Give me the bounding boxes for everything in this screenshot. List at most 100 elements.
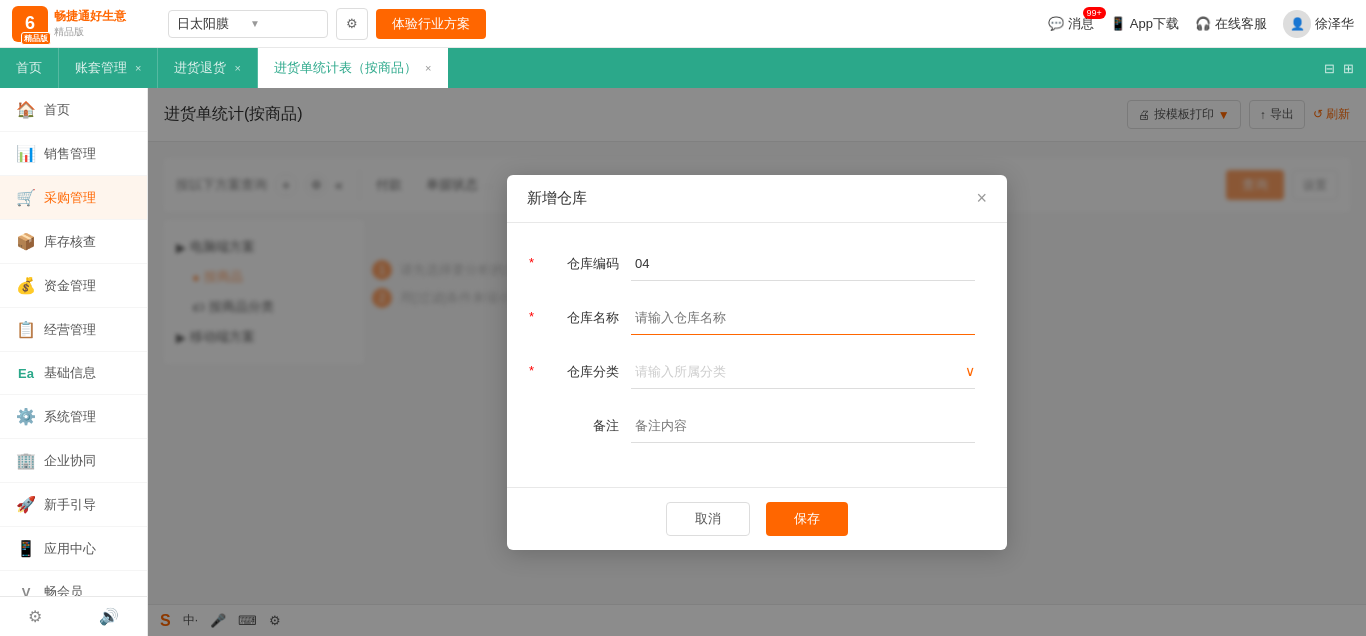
modal-body: 仓库编码 仓库名称 仓库分类 请输入所属分类 [507, 223, 1007, 487]
user-menu[interactable]: 👤 徐泽华 [1283, 10, 1354, 38]
sidebar-purchase-label: 采购管理 [44, 189, 96, 207]
top-bar: 6 精品版 畅捷通好生意 精品版 日太阳膜 ▼ ⚙ 体验行业方案 💬 消息 99… [0, 0, 1366, 48]
store-dropdown-arrow: ▼ [250, 18, 319, 29]
headset-icon: 🎧 [1195, 16, 1211, 31]
tab-purchase-stats-label: 进货单统计表（按商品） [274, 59, 417, 77]
brand-line1: 畅捷通好生意 [54, 8, 126, 25]
inventory-icon: 📦 [16, 232, 36, 251]
sidebar-item-operations[interactable]: 📋 经营管理 [0, 308, 147, 352]
sidebar-speaker-icon[interactable]: 🔊 [99, 607, 119, 626]
tab-account-close[interactable]: × [135, 62, 141, 74]
warehouse-name-input[interactable] [631, 301, 975, 335]
purchase-icon: 🛒 [16, 188, 36, 207]
messages-button[interactable]: 💬 消息 99+ [1048, 15, 1094, 33]
online-service-label: 在线客服 [1215, 15, 1267, 33]
sidebar-sales-label: 销售管理 [44, 145, 96, 163]
tab-purchase-return-close[interactable]: × [234, 62, 240, 74]
modal-header: 新增仓库 × [507, 175, 1007, 223]
warehouse-code-label: 仓库编码 [539, 255, 619, 273]
sidebar-item-finance[interactable]: 💰 资金管理 [0, 264, 147, 308]
tab-purchase-stats-close[interactable]: × [425, 62, 431, 74]
tab-purchase-return-label: 进货退货 [174, 59, 226, 77]
warehouse-category-label: 仓库分类 [539, 363, 619, 381]
tab-purchase-stats[interactable]: 进货单统计表（按商品） × [258, 48, 448, 88]
message-icon: 💬 [1048, 16, 1064, 31]
trial-button[interactable]: 体验行业方案 [376, 9, 486, 39]
online-service-button[interactable]: 🎧 在线客服 [1195, 15, 1267, 33]
content-area: 进货单统计(按商品) 🖨 按模板打印 ▼ ↑ 导出 ↺ 刷新 [148, 88, 1366, 636]
category-dropdown-arrow: ∨ [965, 363, 975, 379]
finance-icon: 💰 [16, 276, 36, 295]
sidebar-enterprise-label: 企业协同 [44, 452, 96, 470]
sidebar-item-basic-info[interactable]: Ea 基础信息 [0, 352, 147, 395]
tab-home[interactable]: 首页 [0, 48, 59, 88]
sidebar-item-sales[interactable]: 📊 销售管理 [0, 132, 147, 176]
app-download-button[interactable]: 📱 App下载 [1110, 15, 1179, 33]
cancel-button[interactable]: 取消 [666, 502, 750, 536]
sidebar-inventory-label: 库存核查 [44, 233, 96, 251]
brand-text: 畅捷通好生意 精品版 [54, 8, 126, 39]
sidebar-item-inventory[interactable]: 📦 库存核查 [0, 220, 147, 264]
tab-account-label: 账套管理 [75, 59, 127, 77]
logo-icon: 6 精品版 [12, 6, 48, 42]
phone-icon: 📱 [1110, 16, 1126, 31]
sidebar-item-home[interactable]: 🏠 首页 [0, 88, 147, 132]
sidebar-system-label: 系统管理 [44, 408, 96, 426]
store-name: 日太阳膜 [177, 15, 246, 33]
sales-icon: 📊 [16, 144, 36, 163]
enterprise-icon: 🏢 [16, 451, 36, 470]
logo-area: 6 精品版 畅捷通好生意 精品版 [12, 6, 160, 42]
logo-badge-text: 精品版 [54, 25, 126, 39]
sidebar-item-guide[interactable]: 🚀 新手引导 [0, 483, 147, 527]
apps-icon: 📱 [16, 539, 36, 558]
new-warehouse-modal: 新增仓库 × 仓库编码 仓库名称 仓库分类 [507, 175, 1007, 550]
sidebar-finance-label: 资金管理 [44, 277, 96, 295]
warehouse-code-row: 仓库编码 [539, 247, 975, 281]
home-icon: 🏠 [16, 100, 36, 119]
sidebar-guide-label: 新手引导 [44, 496, 96, 514]
sidebar-item-purchase[interactable]: 🛒 采购管理 [0, 176, 147, 220]
logo-badge: 精品版 [21, 32, 51, 45]
tab-purchase-return[interactable]: 进货退货 × [158, 48, 257, 88]
warehouse-code-input[interactable] [631, 247, 975, 281]
user-avatar: 👤 [1283, 10, 1311, 38]
sidebar-item-enterprise[interactable]: 🏢 企业协同 [0, 439, 147, 483]
warehouse-name-row: 仓库名称 [539, 301, 975, 335]
modal-footer: 取消 保存 [507, 487, 1007, 550]
warehouse-category-select[interactable]: 请输入所属分类 [631, 364, 965, 379]
operations-icon: 📋 [16, 320, 36, 339]
warehouse-category-select-wrapper: 请输入所属分类 ∨ [631, 355, 975, 389]
sidebar-settings-icon[interactable]: ⚙ [28, 607, 42, 626]
sidebar-bottom: ⚙ 🔊 [0, 596, 148, 636]
logo-char: 6 [25, 13, 35, 34]
main-layout: 🏠 首页 📊 销售管理 🛒 采购管理 📦 库存核查 💰 资金管理 📋 经营管理 … [0, 88, 1366, 636]
modal-title: 新增仓库 [527, 189, 587, 208]
guide-icon: 🚀 [16, 495, 36, 514]
sidebar-basic-info-label: 基础信息 [44, 364, 96, 382]
settings-button[interactable]: ⚙ [336, 8, 368, 40]
warehouse-name-label: 仓库名称 [539, 309, 619, 327]
top-right-area: 💬 消息 99+ 📱 App下载 🎧 在线客服 👤 徐泽华 [1048, 10, 1354, 38]
tab-home-label: 首页 [16, 59, 42, 77]
sidebar-home-label: 首页 [44, 101, 70, 119]
store-selector[interactable]: 日太阳膜 ▼ [168, 10, 328, 38]
modal-overlay: 新增仓库 × 仓库编码 仓库名称 仓库分类 [148, 88, 1366, 636]
tab-account[interactable]: 账套管理 × [59, 48, 158, 88]
tab-controls: ⊟ ⊞ [1312, 48, 1366, 88]
notification-badge: 99+ [1083, 7, 1106, 19]
username-label: 徐泽华 [1315, 15, 1354, 33]
tab-minimize-icon[interactable]: ⊟ [1324, 61, 1335, 76]
sidebar-item-system[interactable]: ⚙️ 系统管理 [0, 395, 147, 439]
basic-info-icon: Ea [16, 366, 36, 381]
warehouse-remark-row: 备注 [539, 409, 975, 443]
modal-close-button[interactable]: × [976, 189, 987, 207]
tab-expand-icon[interactable]: ⊞ [1343, 61, 1354, 76]
tab-bar: 首页 账套管理 × 进货退货 × 进货单统计表（按商品） × ⊟ ⊞ [0, 48, 1366, 88]
warehouse-remark-label: 备注 [539, 417, 619, 435]
sidebar-item-apps[interactable]: 📱 应用中心 [0, 527, 147, 571]
warehouse-remark-input[interactable] [631, 409, 975, 443]
sidebar: 🏠 首页 📊 销售管理 🛒 采购管理 📦 库存核查 💰 资金管理 📋 经营管理 … [0, 88, 148, 636]
warehouse-category-row: 仓库分类 请输入所属分类 ∨ [539, 355, 975, 389]
sidebar-apps-label: 应用中心 [44, 540, 96, 558]
save-button[interactable]: 保存 [766, 502, 848, 536]
